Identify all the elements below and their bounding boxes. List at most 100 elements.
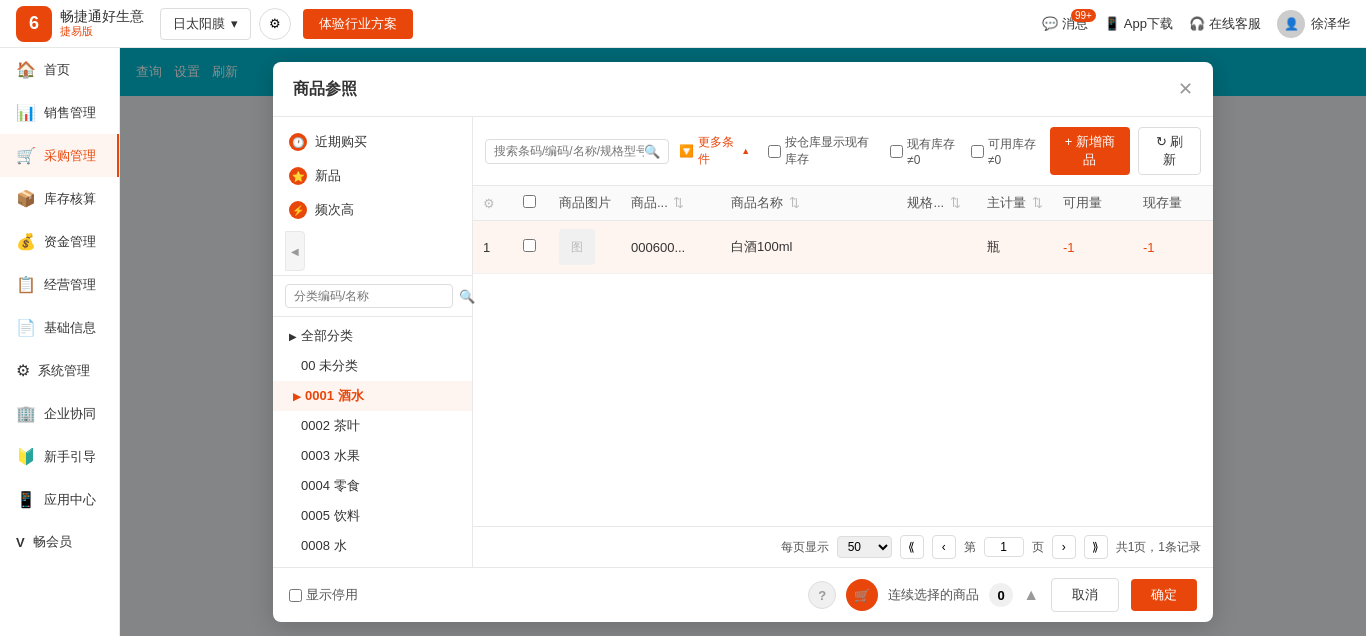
first-page-btn[interactable]: ⟪ <box>900 535 924 559</box>
col-header-check <box>513 186 549 221</box>
apps-icon: 📱 <box>16 490 36 509</box>
inventory-icon: 📦 <box>16 189 36 208</box>
col-header-name[interactable]: 商品名称 ⇅ <box>721 186 897 221</box>
refresh-btn[interactable]: ↻ 刷新 <box>1138 127 1201 175</box>
cell-avail: -1 <box>1053 221 1133 274</box>
product-search-input[interactable] <box>494 144 644 158</box>
checkbox-avail-stock[interactable]: 可用库存≠0 <box>971 136 1040 167</box>
add-product-btn[interactable]: + 新增商品 <box>1050 127 1130 175</box>
col-header-avail: 可用量 <box>1053 186 1133 221</box>
checkbox-current-stock[interactable]: 现有库存≠0 <box>890 136 959 167</box>
category-unclassified[interactable]: 00 未分类 <box>273 351 472 381</box>
app-download-btn[interactable]: 📱 App下载 <box>1104 15 1173 33</box>
category-label: 0005 饮料 <box>301 507 360 525</box>
expand-icon: ▶ <box>293 391 301 402</box>
category-label: 0008 水 <box>301 537 347 555</box>
row-checkbox[interactable] <box>523 239 536 252</box>
sidebar-item-label: 企业协同 <box>44 405 96 423</box>
checkbox-label: 按仓库显示现有库存 <box>785 134 878 168</box>
category-liquor[interactable]: ▶ 0001 酒水 <box>273 381 472 411</box>
category-fruit[interactable]: 0003 水果 <box>273 441 472 471</box>
page-label: 第 <box>964 539 976 556</box>
sidebar-item-apps[interactable]: 📱 应用中心 <box>0 478 119 521</box>
logo-area: 6 畅捷通好生意 捷易版 <box>16 6 144 42</box>
confirm-btn[interactable]: 确定 <box>1131 579 1197 611</box>
sidebar-item-label: 首页 <box>44 61 70 79</box>
quick-nav-new[interactable]: ⭐ 新品 <box>273 159 472 193</box>
quick-nav-recent[interactable]: 🕐 近期购买 <box>273 125 472 159</box>
frequent-icon: ⚡ <box>289 201 307 219</box>
last-page-btn[interactable]: ⟫ <box>1084 535 1108 559</box>
cart-area: ? 🛒 连续选择的商品 0 ▲ <box>808 579 1039 611</box>
star-icon: ⭐ <box>289 167 307 185</box>
category-water[interactable]: 0008 水 <box>273 531 472 559</box>
category-search-input[interactable] <box>285 284 453 308</box>
product-table-area: ⚙ 商品图片 商品... ⇅ <box>473 186 1213 526</box>
settings-btn[interactable]: ⚙ <box>259 8 291 40</box>
product-reference-modal: 商品参照 ✕ 🕐 近期购买 ⭐ 新品 <box>273 62 1213 622</box>
quick-nav-frequent[interactable]: ⚡ 频次高 <box>273 193 472 227</box>
sidebar-item-sales[interactable]: 📊 销售管理 <box>0 91 119 134</box>
col-header-code[interactable]: 商品... ⇅ <box>621 186 721 221</box>
checkbox-warehouse-stock[interactable]: 按仓库显示现有库存 <box>768 134 878 168</box>
online-service-label: 在线客服 <box>1209 15 1261 33</box>
filter-search-wrap: 🔍 <box>485 139 669 164</box>
warehouse-stock-checkbox[interactable] <box>768 145 781 158</box>
online-service-btn[interactable]: 🎧 在线客服 <box>1189 15 1261 33</box>
sidebar-item-inventory[interactable]: 📦 库存核算 <box>0 177 119 220</box>
sidebar-item-label: 新手引导 <box>44 448 96 466</box>
modal-footer: 显示停用 ? 🛒 连续选择的商品 0 ▲ 取消 确定 <box>273 567 1213 622</box>
sort-icon: ⇅ <box>673 195 684 210</box>
category-all[interactable]: ▶ 全部分类 <box>273 321 472 351</box>
notifications-btn[interactable]: 💬 消息 99+ <box>1042 15 1088 33</box>
col-header-unit[interactable]: 主计量 ⇅ <box>977 186 1053 221</box>
cancel-btn[interactable]: 取消 <box>1051 578 1119 612</box>
select-all-checkbox[interactable] <box>523 195 536 208</box>
modal-close-btn[interactable]: ✕ <box>1178 78 1193 100</box>
col-header-spec[interactable]: 规格... ⇅ <box>897 186 977 221</box>
show-disabled-checkbox[interactable]: 显示停用 <box>289 586 358 604</box>
trial-btn[interactable]: 体验行业方案 <box>303 9 413 39</box>
page-size-select[interactable]: 50 20 100 200 <box>837 536 892 558</box>
category-label: 0001 酒水 <box>305 387 364 405</box>
cell-img: 图 <box>549 221 621 274</box>
total-info: 共1页，1条记录 <box>1116 539 1201 556</box>
cell-check[interactable] <box>513 221 549 274</box>
show-disabled-label: 显示停用 <box>306 586 358 604</box>
sidebar-item-finance[interactable]: 💰 资金管理 <box>0 220 119 263</box>
sidebar-item-system[interactable]: ⚙ 系统管理 <box>0 349 119 392</box>
sidebar-item-member[interactable]: V 畅会员 <box>0 521 119 563</box>
table-row[interactable]: 1 图 000600... 白酒100ml <box>473 221 1213 274</box>
cart-btn[interactable]: 🛒 <box>846 579 878 611</box>
quick-nav-frequent-label: 频次高 <box>315 201 354 219</box>
modal-left-panel: 🕐 近期购买 ⭐ 新品 ⚡ 频次高 <box>273 117 473 567</box>
product-image: 图 <box>559 229 595 265</box>
next-page-btn[interactable]: › <box>1052 535 1076 559</box>
cell-spec <box>897 221 977 274</box>
collapse-panel-btn[interactable]: ◀ <box>285 231 305 271</box>
sidebar-item-basics[interactable]: 📄 基础信息 <box>0 306 119 349</box>
sidebar-item-enterprise[interactable]: 🏢 企业协同 <box>0 392 119 435</box>
page-input[interactable] <box>984 537 1024 557</box>
category-snack[interactable]: 0004 零食 <box>273 471 472 501</box>
sidebar-item-home[interactable]: 🏠 首页 <box>0 48 119 91</box>
avail-stock-checkbox[interactable] <box>971 145 984 158</box>
prev-page-btn[interactable]: ‹ <box>932 535 956 559</box>
filter-icon: 🔽 <box>679 144 694 158</box>
more-filter-btn[interactable]: 🔽 更多条件 ▲ <box>679 134 750 168</box>
disabled-checkbox[interactable] <box>289 589 302 602</box>
sidebar-item-operation[interactable]: 📋 经营管理 <box>0 263 119 306</box>
category-beverage[interactable]: 0005 饮料 <box>273 501 472 531</box>
col-name-label: 商品名称 <box>731 195 783 210</box>
user-area[interactable]: 👤 徐泽华 <box>1277 10 1350 38</box>
store-selector[interactable]: 日太阳膜 ▾ <box>160 8 251 40</box>
category-tea[interactable]: 0002 茶叶 <box>273 411 472 441</box>
sidebar-item-purchase[interactable]: 🛒 采购管理 <box>0 134 119 177</box>
current-stock-checkbox[interactable] <box>890 145 903 158</box>
sidebar-item-guide[interactable]: 🔰 新手引导 <box>0 435 119 478</box>
help-btn[interactable]: ? <box>808 581 836 609</box>
collapse-cart-btn[interactable]: ▲ <box>1023 586 1039 604</box>
sales-icon: 📊 <box>16 103 36 122</box>
member-icon: V <box>16 535 25 550</box>
notifications-badge: 99+ <box>1071 9 1096 22</box>
